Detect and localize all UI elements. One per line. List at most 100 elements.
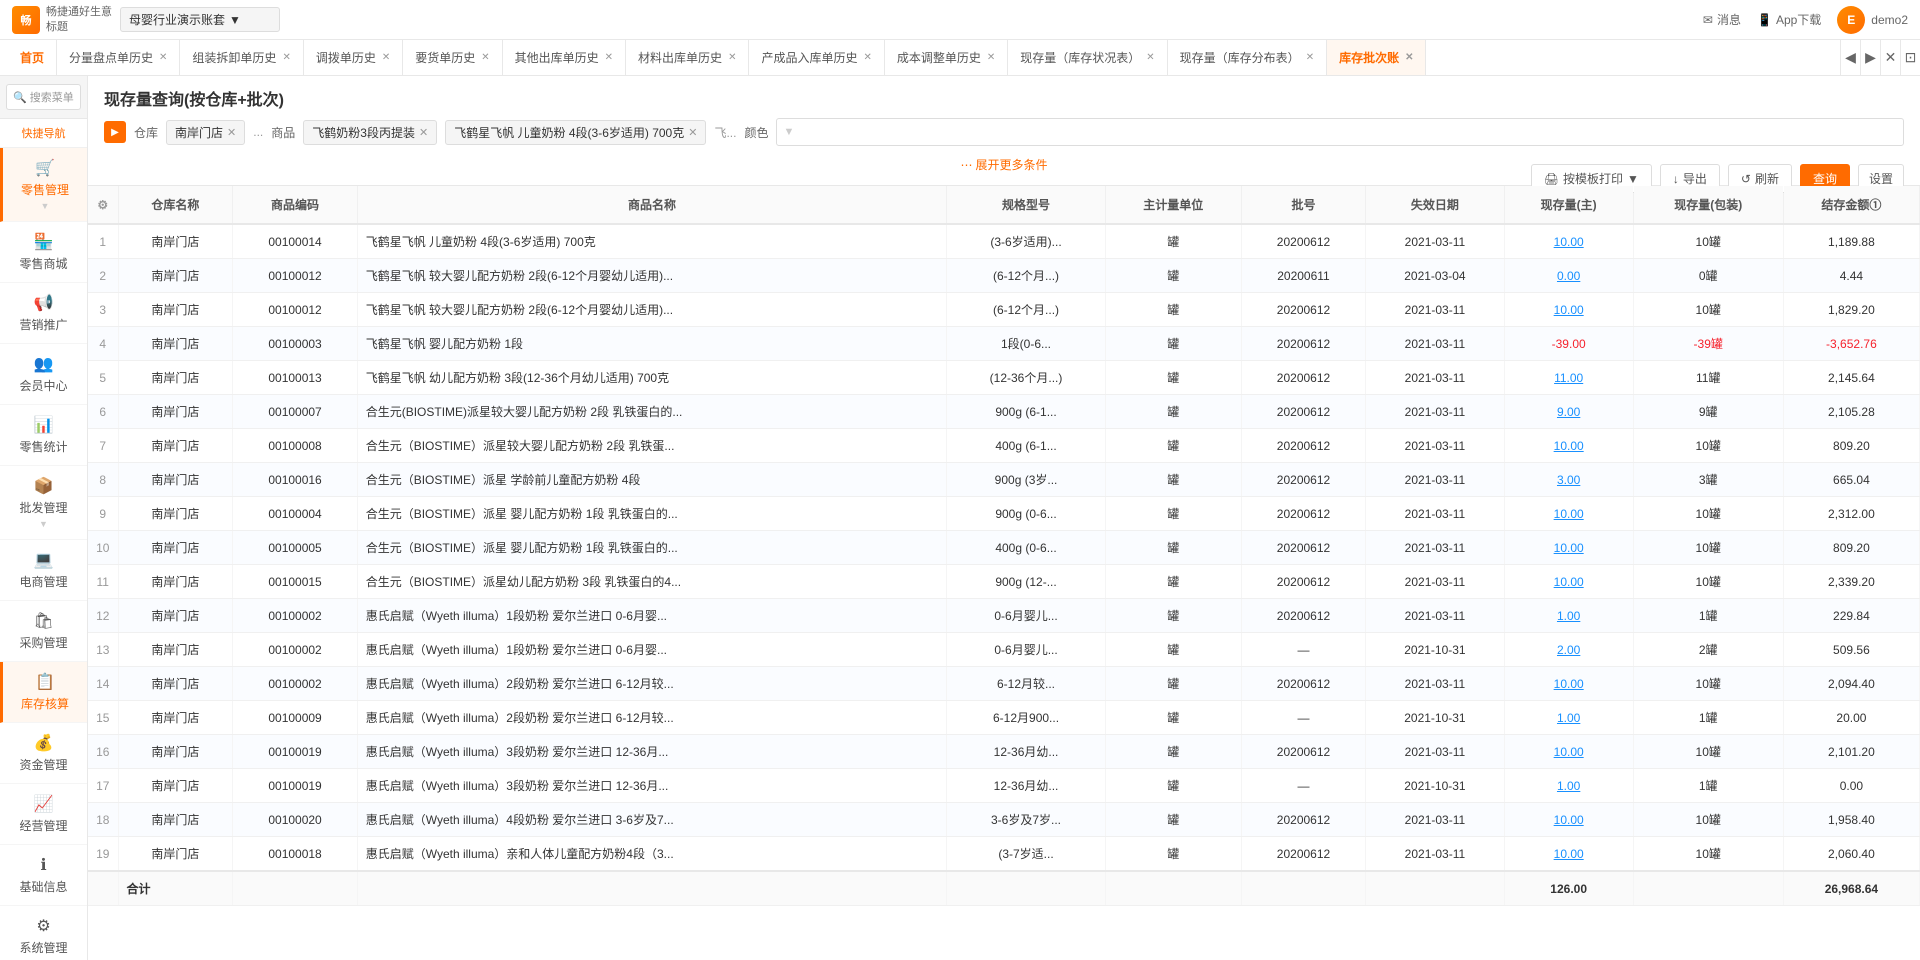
tab-2[interactable]: 组装拆卸单历史 ✕ bbox=[180, 40, 303, 76]
tab-bar: 首页 分量盘点单历史 ✕ 组装拆卸单历史 ✕ 调拨单历史 ✕ 要货单历史 ✕ 其… bbox=[0, 40, 1920, 76]
org-selector[interactable]: 母婴行业演示账套 ▼ bbox=[120, 7, 280, 32]
table-cell[interactable]: 10.00 bbox=[1504, 531, 1633, 565]
tab-11[interactable]: 库存批次账 ✕ bbox=[1327, 40, 1426, 76]
tab-11-close[interactable]: ✕ bbox=[1405, 52, 1413, 63]
tab-7-close[interactable]: ✕ bbox=[863, 52, 871, 63]
goods-tag-2-text: 飞鹤星飞帆 儿童奶粉 4段(3-6岁适用) 700克 bbox=[454, 124, 684, 141]
table-cell: 00100002 bbox=[233, 667, 357, 701]
table-cell: 20200612 bbox=[1241, 735, 1365, 769]
tab-3[interactable]: 调拨单历史 ✕ bbox=[304, 40, 403, 76]
tab-10-close[interactable]: ✕ bbox=[1306, 52, 1314, 63]
sidebar-item-purchase[interactable]: 🛍 采购管理 bbox=[0, 601, 87, 662]
tab-home[interactable]: 首页 bbox=[8, 40, 57, 76]
table-cell: (3-6岁适用)... bbox=[947, 224, 1105, 259]
tab-8[interactable]: 成本调整单历史 ✕ bbox=[885, 40, 1008, 76]
table-cell[interactable]: 1.00 bbox=[1504, 599, 1633, 633]
sidebar-item-operations[interactable]: 📈 经营管理 bbox=[0, 784, 87, 845]
table-cell: 南岸门店 bbox=[118, 769, 233, 803]
table-cell: 南岸门店 bbox=[118, 429, 233, 463]
tab-next-btn[interactable]: ▶ bbox=[1860, 40, 1880, 76]
goods-dots[interactable]: 飞... bbox=[714, 124, 736, 141]
sidebar-item-ecommerce[interactable]: 💻 电商管理 bbox=[0, 540, 87, 601]
sidebar-item-inventory[interactable]: 📋 库存核算 bbox=[0, 662, 87, 723]
table-cell[interactable]: 10.00 bbox=[1504, 565, 1633, 599]
table-cell[interactable]: 10.00 bbox=[1504, 293, 1633, 327]
tab-9[interactable]: 现存量（库存状况表） ✕ bbox=[1008, 40, 1167, 76]
table-cell[interactable]: 2.00 bbox=[1504, 633, 1633, 667]
sidebar-item-finance[interactable]: 💰 资金管理 bbox=[0, 723, 87, 784]
tab-expand-btn[interactable]: ⊡ bbox=[1900, 40, 1920, 76]
expand-more-btn[interactable]: ⋯ 展开更多条件 bbox=[952, 152, 1055, 177]
table-cell: 惠氏启赋（Wyeth illuma）1段奶粉 爱尔兰进口 0-6月婴... bbox=[357, 633, 947, 667]
table-cell[interactable]: -39.00 bbox=[1504, 327, 1633, 361]
warehouse-tag-1[interactable]: 南岸门店 ✕ bbox=[166, 120, 245, 145]
table-cell[interactable]: 10.00 bbox=[1504, 224, 1633, 259]
sidebar-search-area[interactable]: 🔍 搜索菜单 bbox=[0, 76, 87, 119]
sidebar-item-member[interactable]: 👥 会员中心 bbox=[0, 344, 87, 405]
tab-4[interactable]: 要货单历史 ✕ bbox=[403, 40, 502, 76]
messages-btn[interactable]: ✉ 消息 bbox=[1703, 11, 1741, 28]
sidebar-item-retail-stats[interactable]: 📊 零售统计 bbox=[0, 405, 87, 466]
tab-8-close[interactable]: ✕ bbox=[987, 52, 995, 63]
warehouse-dots[interactable]: ... bbox=[253, 125, 263, 139]
table-cell[interactable]: 11.00 bbox=[1504, 361, 1633, 395]
total-empty4 bbox=[947, 871, 1105, 906]
table-cell[interactable]: 1.00 bbox=[1504, 701, 1633, 735]
username-label: demo2 bbox=[1871, 13, 1908, 27]
tab-6-close[interactable]: ✕ bbox=[728, 52, 736, 63]
goods-tag-2[interactable]: 飞鹤星飞帆 儿童奶粉 4段(3-6岁适用) 700克 ✕ bbox=[445, 120, 706, 145]
app-download-btn[interactable]: 📱 App下载 bbox=[1757, 11, 1821, 28]
sidebar-item-retail-mgmt[interactable]: 🛒 零售管理 ▼ bbox=[0, 148, 87, 222]
tab-7[interactable]: 产成品入库单历史 ✕ bbox=[749, 40, 884, 76]
table-cell: 4.44 bbox=[1783, 259, 1919, 293]
sidebar-item-basics[interactable]: ℹ 基础信息 bbox=[0, 845, 87, 906]
tab-3-close[interactable]: ✕ bbox=[382, 52, 390, 63]
content-area: 现存量查询(按仓库+批次) ▶ 仓库 南岸门店 ✕ ... 商品 飞鹤奶粉 bbox=[88, 76, 1920, 960]
user-area[interactable]: E demo2 bbox=[1837, 6, 1908, 34]
table-cell: — bbox=[1241, 633, 1365, 667]
sidebar-item-retail-mall[interactable]: 🏪 零售商城 bbox=[0, 222, 87, 283]
table-cell: 20200612 bbox=[1241, 599, 1365, 633]
tab-1-label: 分量盘点单历史 bbox=[69, 49, 153, 66]
sidebar-item-marketing[interactable]: 📢 营销推广 bbox=[0, 283, 87, 344]
sidebar-search-input[interactable]: 🔍 搜索菜单 bbox=[6, 84, 81, 110]
table-cell[interactable]: 0.00 bbox=[1504, 259, 1633, 293]
table-cell: 合生元(BIOSTIME)派星较大婴儿配方奶粉 2段 乳铁蛋白的... bbox=[357, 395, 947, 429]
tab-6[interactable]: 材料出库单历史 ✕ bbox=[626, 40, 749, 76]
goods-tag-1[interactable]: 飞鹤奶粉3段丙提装 ✕ bbox=[303, 120, 437, 145]
table-cell[interactable]: 10.00 bbox=[1504, 735, 1633, 769]
col-checkbox[interactable]: ⚙ bbox=[88, 186, 118, 224]
goods-tag-2-close[interactable]: ✕ bbox=[688, 126, 697, 139]
table-cell: 2021-03-11 bbox=[1366, 599, 1505, 633]
tab-5[interactable]: 其他出库单历史 ✕ bbox=[503, 40, 626, 76]
table-cell[interactable]: 3.00 bbox=[1504, 463, 1633, 497]
tab-5-close[interactable]: ✕ bbox=[605, 52, 613, 63]
table-cell[interactable]: 10.00 bbox=[1504, 837, 1633, 872]
tab-close-btn[interactable]: ✕ bbox=[1880, 40, 1900, 76]
goods-tag-1-close[interactable]: ✕ bbox=[419, 126, 428, 139]
filter-collapse-btn[interactable]: ▶ bbox=[104, 121, 126, 143]
warehouse-tag-close[interactable]: ✕ bbox=[227, 126, 236, 139]
tab-prev-btn[interactable]: ◀ bbox=[1840, 40, 1860, 76]
table-cell: 18 bbox=[88, 803, 118, 837]
tab-10[interactable]: 现存量（库存分布表） ✕ bbox=[1168, 40, 1327, 76]
sidebar-item-label: 电商管理 bbox=[19, 573, 67, 590]
tab-2-close[interactable]: ✕ bbox=[282, 52, 290, 63]
table-cell[interactable]: 1.00 bbox=[1504, 769, 1633, 803]
sidebar-item-system[interactable]: ⚙ 系统管理 bbox=[0, 906, 87, 960]
table-cell[interactable]: 10.00 bbox=[1504, 803, 1633, 837]
tab-4-close[interactable]: ✕ bbox=[481, 52, 489, 63]
sidebar-quick-nav[interactable]: 快捷导航 bbox=[0, 119, 87, 148]
settings-icon[interactable]: ⚙ bbox=[97, 198, 108, 212]
table-cell[interactable]: 10.00 bbox=[1504, 429, 1633, 463]
table-cell: 1罐 bbox=[1633, 701, 1783, 735]
table-cell[interactable]: 9.00 bbox=[1504, 395, 1633, 429]
tab-1-close[interactable]: ✕ bbox=[159, 52, 167, 63]
color-filter-input[interactable]: ▼ bbox=[776, 118, 1904, 146]
table-cell[interactable]: 10.00 bbox=[1504, 667, 1633, 701]
table-cell[interactable]: 10.00 bbox=[1504, 497, 1633, 531]
table-cell: 900g (12-... bbox=[947, 565, 1105, 599]
tab-9-close[interactable]: ✕ bbox=[1146, 52, 1154, 63]
tab-1[interactable]: 分量盘点单历史 ✕ bbox=[57, 40, 180, 76]
sidebar-item-wholesale[interactable]: 📦 批发管理 ▼ bbox=[0, 466, 87, 540]
